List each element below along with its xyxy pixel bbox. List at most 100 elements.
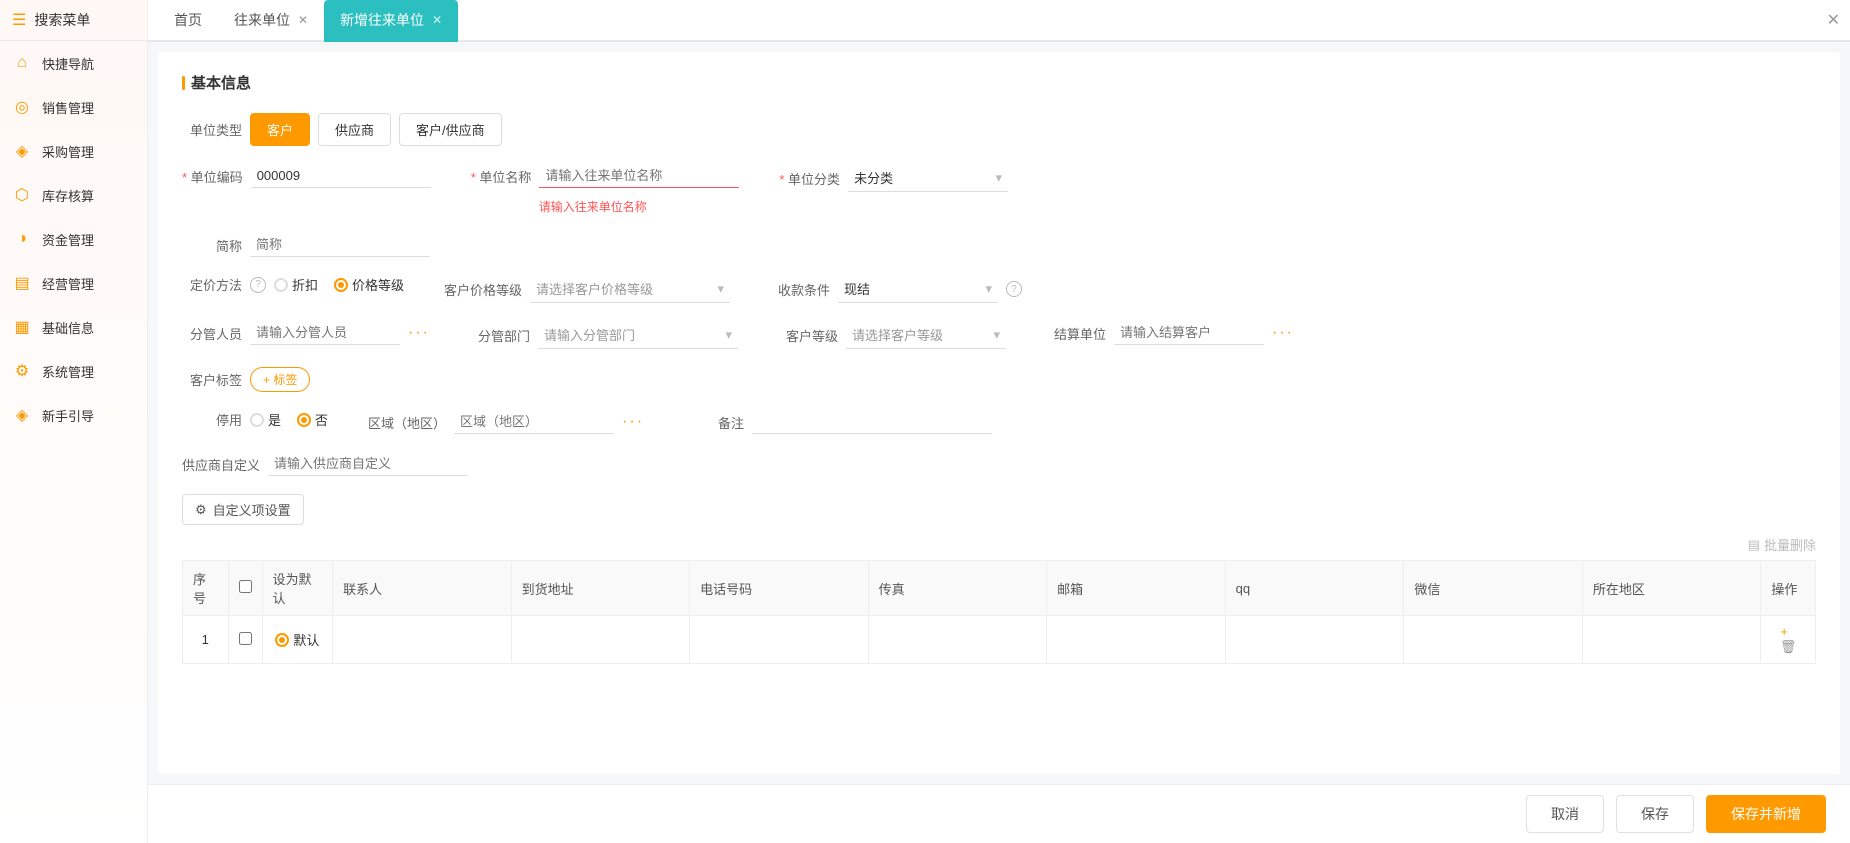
- sidebar-item-basic-info-label: 基础信息: [42, 318, 94, 337]
- customize-btn-label: 自定义项设置: [213, 500, 291, 519]
- qq-input[interactable]: [1236, 632, 1394, 647]
- unit-category-select[interactable]: 未分类 ▾: [848, 164, 1008, 192]
- sidebar-item-quick-nav[interactable]: ⌂ 快捷导航: [0, 41, 147, 85]
- unit-code-label: 单位编码: [182, 167, 243, 186]
- cell-wechat[interactable]: [1404, 616, 1583, 664]
- sidebar-item-guide[interactable]: ◈ 新手引导: [0, 393, 147, 437]
- supplier-custom-label: 供应商自定义: [182, 455, 260, 474]
- tab-new-partner[interactable]: 新增往来单位 ✕: [324, 0, 458, 42]
- unit-name-input[interactable]: [539, 164, 739, 188]
- search-menu-btn[interactable]: ☰ 搜索菜单: [0, 0, 147, 41]
- tab-partners-close[interactable]: ✕: [298, 13, 308, 27]
- payment-terms-label: 收款条件: [770, 280, 830, 299]
- remark-input[interactable]: [752, 410, 992, 434]
- unit-type-both-btn[interactable]: 客户/供应商: [399, 113, 502, 146]
- cell-qq[interactable]: [1225, 616, 1404, 664]
- payment-terms-help-icon[interactable]: ?: [1006, 281, 1022, 297]
- cell-address[interactable]: [511, 616, 690, 664]
- add-row-btn[interactable]: +: [1780, 624, 1788, 639]
- disable-yes-radio[interactable]: 是: [250, 410, 281, 429]
- fax-input[interactable]: [879, 632, 1037, 647]
- tab-new-partner-close[interactable]: ✕: [432, 13, 442, 27]
- sidebar-item-inventory[interactable]: ⬡ 库存核算: [0, 173, 147, 217]
- email-input[interactable]: [1057, 632, 1215, 647]
- cell-contact[interactable]: [333, 616, 512, 664]
- manager-input[interactable]: [250, 321, 400, 345]
- cell-phone[interactable]: [690, 616, 869, 664]
- delete-row-btn[interactable]: 🗑: [1780, 639, 1797, 654]
- row-pricing: 定价方法 ? 折扣 价格等级 客户价格等级 请选择客户价格等级: [182, 275, 1816, 303]
- customize-btn[interactable]: ⚙ 自定义项设置: [182, 494, 304, 525]
- save-new-button[interactable]: 保存并新增: [1706, 795, 1826, 833]
- sidebar-item-system[interactable]: ⚙ 系统管理: [0, 349, 147, 393]
- save-button[interactable]: 保存: [1616, 795, 1694, 833]
- disable-no-radio[interactable]: 否: [297, 410, 328, 429]
- sales-icon: ◎: [12, 97, 32, 117]
- unit-type-customer-btn[interactable]: 客户: [250, 113, 310, 146]
- department-select[interactable]: 请输入分管部门 ▾: [538, 321, 738, 349]
- sidebar-item-operations[interactable]: ▤ 经营管理: [0, 261, 147, 305]
- sidebar-item-finance[interactable]: ◑ 资金管理: [0, 217, 147, 261]
- sidebar-item-operations-label: 经营管理: [42, 274, 94, 293]
- area-input[interactable]: [454, 410, 614, 434]
- settlement-more-btn[interactable]: ···: [1272, 324, 1294, 342]
- contact-input[interactable]: [343, 632, 501, 647]
- tab-partners[interactable]: 往来单位 ✕: [218, 0, 324, 42]
- cell-action: + 🗑: [1761, 616, 1816, 664]
- tab-home[interactable]: 首页: [158, 0, 218, 42]
- settlement-label: 结算单位: [1046, 324, 1106, 343]
- add-tag-btn[interactable]: + 标签: [250, 367, 310, 392]
- alias-input[interactable]: [250, 233, 430, 257]
- manager-more-btn[interactable]: ···: [408, 324, 430, 342]
- col-qq: qq: [1225, 561, 1404, 616]
- row-supplier-custom: 供应商自定义: [182, 452, 1816, 476]
- payment-terms-select[interactable]: 现结 ▾: [838, 275, 998, 303]
- sidebar-item-purchase[interactable]: ◈ 采购管理: [0, 129, 147, 173]
- guide-icon: ◈: [12, 405, 32, 425]
- customer-level-placeholder: 请选择客户等级: [852, 325, 943, 344]
- address-input[interactable]: [522, 632, 680, 647]
- payment-terms-field: 收款条件 现结 ▾ ?: [770, 275, 1022, 303]
- default-label: 默认: [293, 630, 319, 649]
- customer-price-label: 客户价格等级: [444, 280, 522, 299]
- customer-level-select[interactable]: 请选择客户等级 ▾: [846, 321, 1006, 349]
- unit-code-field: 单位编码: [182, 164, 431, 188]
- table-section: ⚙ 自定义项设置 ▤ 批量删除 序号 设为默认 联系人 到货地址 电话号码 传真: [182, 494, 1816, 664]
- batch-delete-icon: ▤: [1748, 537, 1760, 553]
- section-icon: [182, 76, 185, 90]
- unit-name-field: 单位名称 请输入往来单位名称: [471, 164, 740, 215]
- row-checkbox[interactable]: [239, 632, 252, 645]
- close-all-tabs-btn[interactable]: ✕: [1827, 10, 1840, 30]
- pricing-discount-circle: [274, 278, 288, 292]
- col-contact: 联系人: [333, 561, 512, 616]
- sidebar-item-purchase-label: 采购管理: [42, 142, 94, 161]
- sidebar-item-basic-info[interactable]: ▦ 基础信息: [0, 305, 147, 349]
- disable-no-circle: [297, 413, 311, 427]
- unit-type-supplier-btn[interactable]: 供应商: [318, 113, 391, 146]
- area-more-btn[interactable]: ···: [622, 413, 644, 431]
- cancel-button[interactable]: 取消: [1526, 795, 1604, 833]
- row-manager: 分管人员 ··· 分管部门 请输入分管部门 ▾ 客户等级 请选择客户等级 ▾ 结…: [182, 321, 1816, 349]
- phone-input[interactable]: [700, 632, 858, 647]
- supplier-custom-input[interactable]: [268, 452, 468, 476]
- sidebar-item-sales[interactable]: ◎ 销售管理: [0, 85, 147, 129]
- select-all-checkbox[interactable]: [239, 580, 252, 593]
- department-label: 分管部门: [470, 326, 530, 345]
- alias-field: 简称: [182, 233, 430, 257]
- default-radio[interactable]: 默认: [273, 630, 323, 649]
- region-input[interactable]: [1593, 632, 1751, 647]
- customer-price-select[interactable]: 请选择客户价格等级 ▾: [530, 275, 730, 303]
- unit-category-value: 未分类: [854, 168, 893, 187]
- cell-email[interactable]: [1047, 616, 1226, 664]
- pricing-discount-radio[interactable]: 折扣: [274, 275, 318, 294]
- settlement-input[interactable]: [1114, 321, 1264, 345]
- wechat-input[interactable]: [1414, 632, 1572, 647]
- pricing-help-icon[interactable]: ?: [250, 277, 266, 293]
- cell-fax[interactable]: [868, 616, 1047, 664]
- pricing-grade-circle: [334, 278, 348, 292]
- cell-region[interactable]: [1582, 616, 1761, 664]
- unit-code-input[interactable]: [251, 164, 431, 188]
- pricing-grade-radio[interactable]: 价格等级: [334, 275, 404, 294]
- disable-yes-label: 是: [268, 410, 281, 429]
- customer-level-chevron: ▾: [993, 327, 1000, 343]
